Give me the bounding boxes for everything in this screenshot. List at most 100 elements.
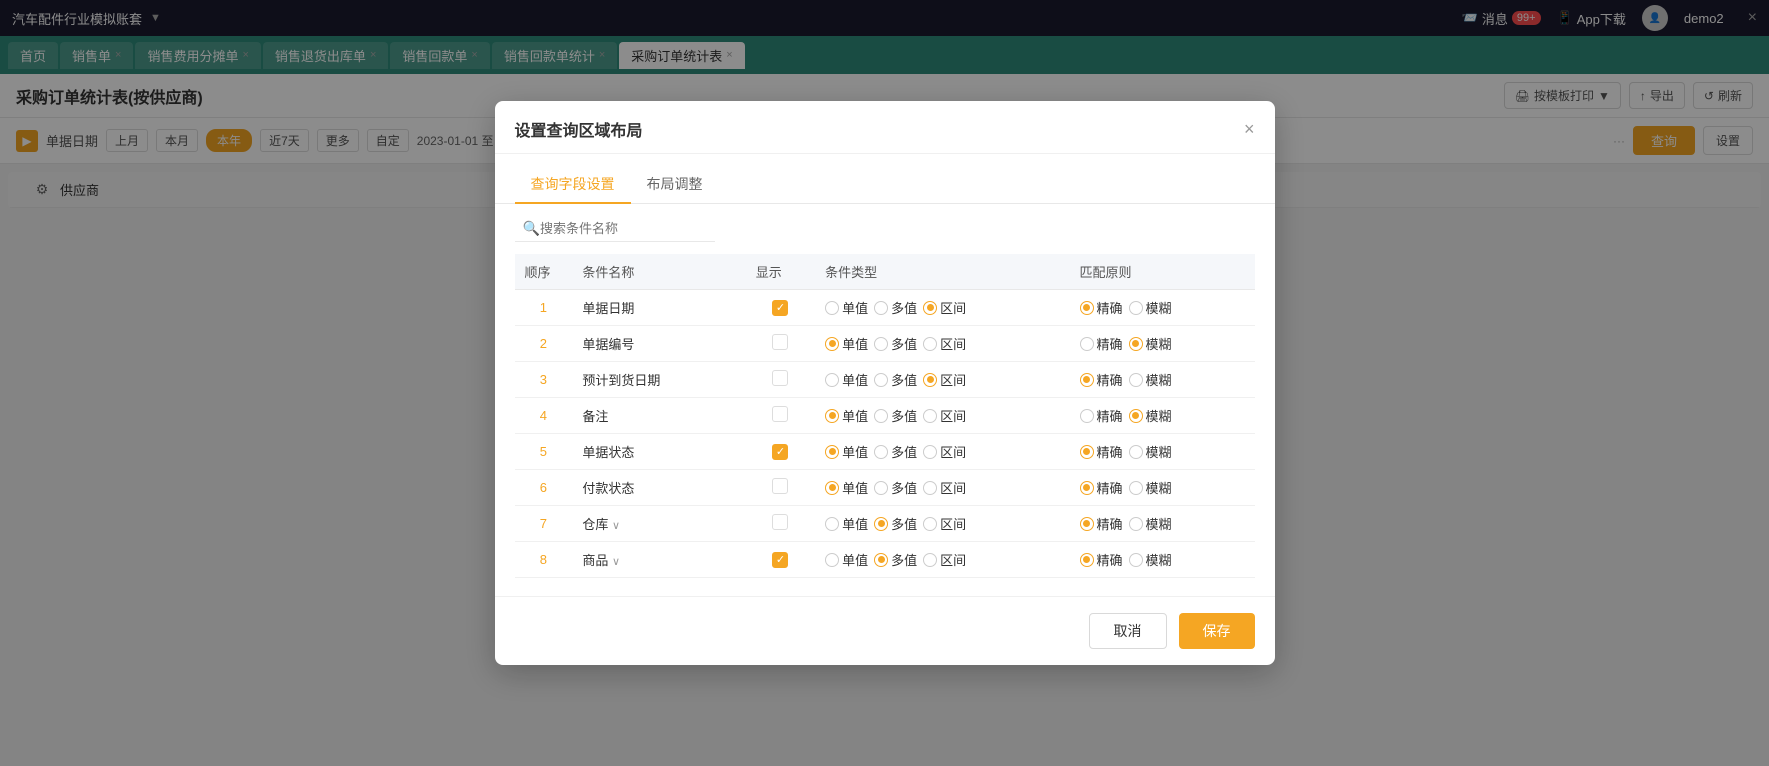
row-3-type-1[interactable]: 多值 xyxy=(874,406,917,425)
row-4-checkbox[interactable] xyxy=(772,444,788,460)
dropdown-icon: ∨ xyxy=(612,556,620,568)
row-7-match-radio-1 xyxy=(1129,553,1143,567)
th-type: 条件类型 xyxy=(815,254,1069,290)
row-5-type-2[interactable]: 区间 xyxy=(923,478,966,497)
row-7-name: 商品 ∨ xyxy=(572,542,745,578)
row-4-match-0[interactable]: 精确 xyxy=(1080,442,1123,461)
row-8-show[interactable] xyxy=(746,578,815,585)
table-row: 5单据状态单值多值区间精确模糊 xyxy=(515,434,1255,470)
row-0-match-0[interactable]: 精确 xyxy=(1080,298,1123,317)
row-6-type-1[interactable]: 多值 xyxy=(874,514,917,533)
row-4-type-radio-0 xyxy=(825,445,839,459)
search-bar: 🔍 xyxy=(515,216,715,242)
tab-layout-adjust[interactable]: 布局调整 xyxy=(631,166,719,204)
row-1-type-radio-0 xyxy=(825,337,839,351)
row-4-type-0[interactable]: 单值 xyxy=(825,442,868,461)
row-5-type-1[interactable]: 多值 xyxy=(874,478,917,497)
row-1-match-radio-0 xyxy=(1080,337,1094,351)
row-4-type-radio-2 xyxy=(923,445,937,459)
row-1-type-2[interactable]: 区间 xyxy=(923,334,966,353)
row-2-match: 精确模糊 xyxy=(1070,362,1255,398)
row-7-show[interactable] xyxy=(746,542,815,578)
row-0-type-2[interactable]: 区间 xyxy=(923,298,966,317)
row-8-type: 单值多值区间 xyxy=(815,578,1069,585)
row-5-type-radio-2 xyxy=(923,481,937,495)
row-6-checkbox[interactable] xyxy=(772,514,788,530)
row-5-match-1[interactable]: 模糊 xyxy=(1129,478,1172,497)
tab-query-fields[interactable]: 查询字段设置 xyxy=(515,166,631,204)
row-5-match-radio-1 xyxy=(1129,481,1143,495)
row-0-show[interactable] xyxy=(746,290,815,326)
row-7-checkbox[interactable] xyxy=(772,552,788,568)
row-3-match-radio-0 xyxy=(1080,409,1094,423)
row-6-type-0[interactable]: 单值 xyxy=(825,514,868,533)
row-7-type-0[interactable]: 单值 xyxy=(825,550,868,569)
row-7-match-0[interactable]: 精确 xyxy=(1080,550,1123,569)
row-4-match: 精确模糊 xyxy=(1070,434,1255,470)
row-1-type-0[interactable]: 单值 xyxy=(825,334,868,353)
th-order: 顺序 xyxy=(515,254,573,290)
table-row: 8商品 ∨单值多值区间精确模糊 xyxy=(515,542,1255,578)
config-modal: 设置查询区域布局 × 查询字段设置 布局调整 🔍 xyxy=(495,101,1275,665)
row-1-match-1[interactable]: 模糊 xyxy=(1129,334,1172,353)
modal-close-button[interactable]: × xyxy=(1244,119,1255,140)
row-5-checkbox[interactable] xyxy=(772,478,788,494)
row-2-type-1[interactable]: 多值 xyxy=(874,370,917,389)
modal-overlay[interactable]: 设置查询区域布局 × 查询字段设置 布局调整 🔍 xyxy=(0,0,1769,766)
row-1-show[interactable] xyxy=(746,326,815,362)
row-0-checkbox[interactable] xyxy=(772,300,788,316)
row-6-match-0[interactable]: 精确 xyxy=(1080,514,1123,533)
row-4-match-1[interactable]: 模糊 xyxy=(1129,442,1172,461)
config-table-scroll[interactable]: 顺序 条件名称 显示 条件类型 匹配原则 1单据日期单值多值区间精确模糊2单据编… xyxy=(515,254,1255,584)
th-match: 匹配原则 xyxy=(1070,254,1255,290)
row-3-type-0[interactable]: 单值 xyxy=(825,406,868,425)
row-2-checkbox[interactable] xyxy=(772,370,788,386)
row-5-match-0[interactable]: 精确 xyxy=(1080,478,1123,497)
row-6-match-1[interactable]: 模糊 xyxy=(1129,514,1172,533)
row-5-order: 6 xyxy=(515,470,573,506)
row-3-show[interactable] xyxy=(746,398,815,434)
row-2-match-radio-1 xyxy=(1129,373,1143,387)
row-2-match-0[interactable]: 精确 xyxy=(1080,370,1123,389)
row-4-type-2[interactable]: 区间 xyxy=(923,442,966,461)
tab-layout-adjust-label: 布局调整 xyxy=(647,176,703,192)
row-0-type-1[interactable]: 多值 xyxy=(874,298,917,317)
row-7-type-1[interactable]: 多值 xyxy=(874,550,917,569)
row-2-type-2[interactable]: 区间 xyxy=(923,370,966,389)
row-3-match-1[interactable]: 模糊 xyxy=(1129,406,1172,425)
row-2-match-radio-0 xyxy=(1080,373,1094,387)
row-3-type-2[interactable]: 区间 xyxy=(923,406,966,425)
row-1-match-0[interactable]: 精确 xyxy=(1080,334,1123,353)
row-4-match-radio-1 xyxy=(1129,445,1143,459)
row-6-show[interactable] xyxy=(746,506,815,542)
row-7-type: 单值多值区间 xyxy=(815,542,1069,578)
row-5-type-0[interactable]: 单值 xyxy=(825,478,868,497)
row-0-type-radio-2 xyxy=(923,301,937,315)
row-4-type-1[interactable]: 多值 xyxy=(874,442,917,461)
row-2-show[interactable] xyxy=(746,362,815,398)
cancel-button[interactable]: 取消 xyxy=(1089,613,1167,649)
row-0-type-0[interactable]: 单值 xyxy=(825,298,868,317)
row-1-type-1[interactable]: 多值 xyxy=(874,334,917,353)
row-7-type-2[interactable]: 区间 xyxy=(923,550,966,569)
row-2-type-0[interactable]: 单值 xyxy=(825,370,868,389)
row-0-match-1[interactable]: 模糊 xyxy=(1129,298,1172,317)
row-1-checkbox[interactable] xyxy=(772,334,788,350)
row-2-name: 预计到货日期 xyxy=(572,362,745,398)
save-button[interactable]: 保存 xyxy=(1179,613,1255,649)
row-2-match-1[interactable]: 模糊 xyxy=(1129,370,1172,389)
row-4-show[interactable] xyxy=(746,434,815,470)
search-input[interactable] xyxy=(540,221,700,236)
row-4-type: 单值多值区间 xyxy=(815,434,1069,470)
row-3-match-0[interactable]: 精确 xyxy=(1080,406,1123,425)
row-6-type-2[interactable]: 区间 xyxy=(923,514,966,533)
row-3-checkbox[interactable] xyxy=(772,406,788,422)
row-3-match: 精确模糊 xyxy=(1070,398,1255,434)
table-row: 4备注单值多值区间精确模糊 xyxy=(515,398,1255,434)
row-7-order: 8 xyxy=(515,542,573,578)
row-7-match: 精确模糊 xyxy=(1070,542,1255,578)
row-1-type-radio-2 xyxy=(923,337,937,351)
row-7-match-1[interactable]: 模糊 xyxy=(1129,550,1172,569)
row-6-order: 7 xyxy=(515,506,573,542)
row-5-show[interactable] xyxy=(746,470,815,506)
